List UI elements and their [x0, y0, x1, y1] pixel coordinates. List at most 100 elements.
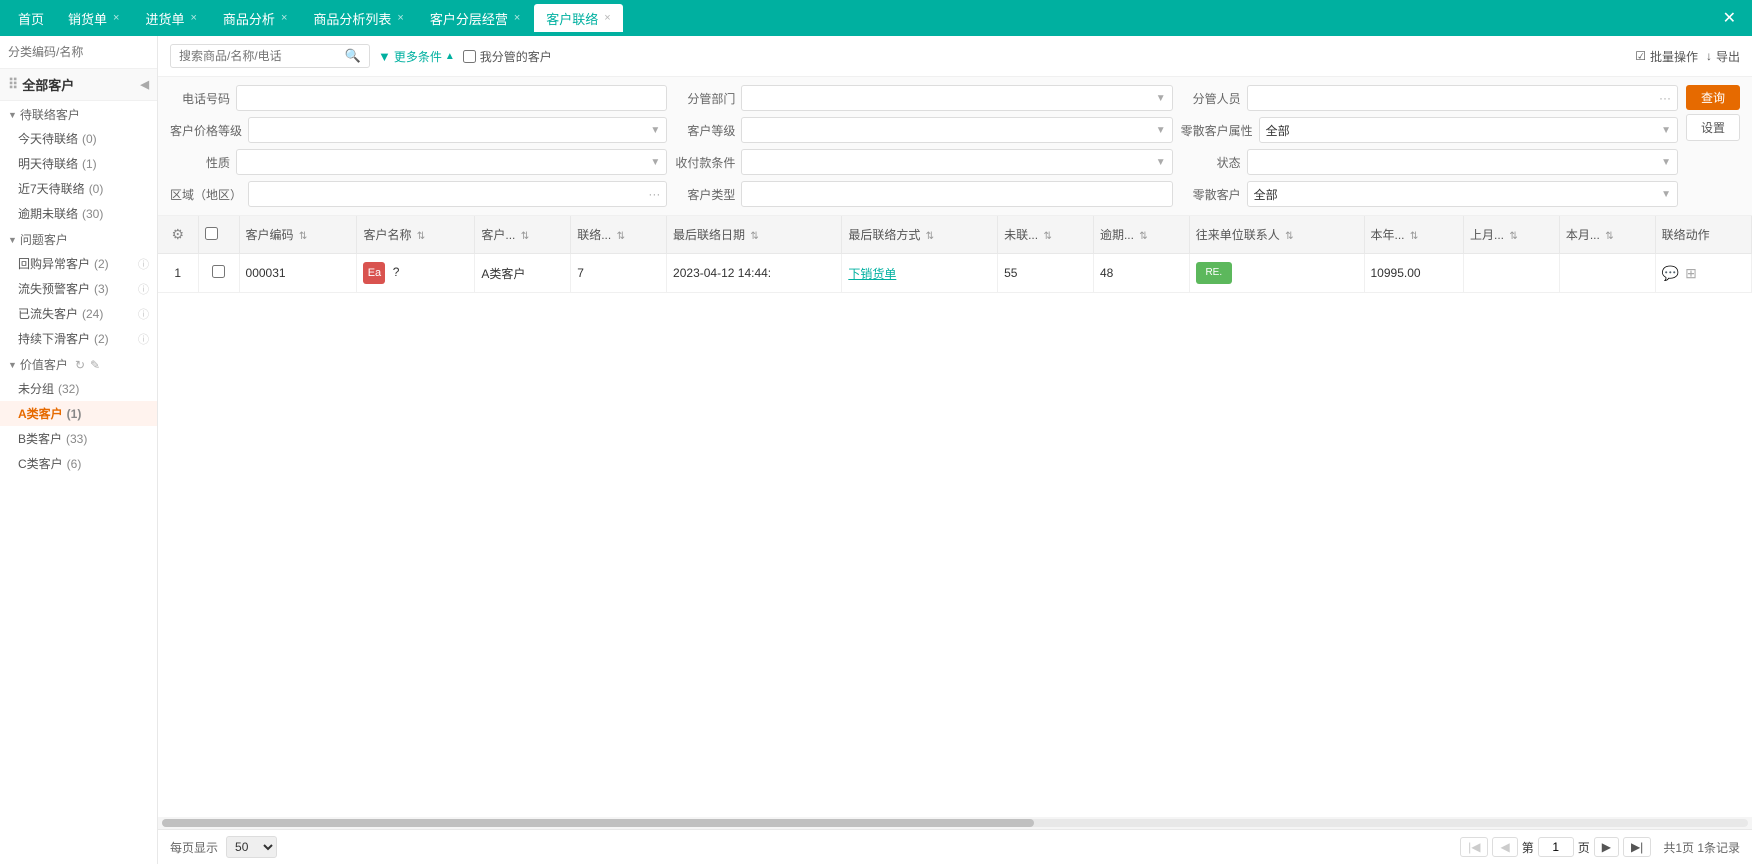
search-input-wrapper[interactable]: 🔍 [170, 44, 370, 68]
problem-arrow: ▼ [8, 235, 17, 245]
filter-retail-select[interactable]: 全部 ▼ [1247, 181, 1678, 207]
query-button[interactable]: 查询 [1686, 85, 1740, 110]
nav-tab-salesorder[interactable]: 销货单 × [56, 4, 131, 32]
gear-button[interactable]: ⚙ [169, 224, 186, 245]
all-customers-header[interactable]: ⠿ 全部客户 ◀ [0, 69, 157, 101]
filter-customer-level-select[interactable]: ▼ [741, 117, 1172, 143]
sort-unit-contact-icon[interactable]: ⇅ [1285, 231, 1293, 242]
th-gear: ⚙ [158, 216, 198, 254]
nav-home[interactable]: 首页 [8, 9, 54, 28]
horizontal-scrollbar[interactable] [158, 817, 1752, 829]
filter-payment-select[interactable]: ▼ [741, 149, 1172, 175]
first-page-btn[interactable]: |◀ [1460, 837, 1488, 857]
sidebar-item-unclassified[interactable]: 未分组 (32) [0, 376, 157, 401]
sidebar-item-abnormal[interactable]: 回购异常客户 (2) ⓘ [0, 251, 157, 276]
filter-customer-type-input[interactable] [741, 181, 1172, 207]
filter-region-dots[interactable]: ··· [648, 187, 660, 201]
nav-tab-customer-segment[interactable]: 客户分层经营 × [418, 4, 532, 32]
chat-icon[interactable]: 💬 [1662, 265, 1679, 282]
nav-tab-product-list-close[interactable]: × [397, 12, 403, 24]
filter-dept-chevron: ▼ [1156, 93, 1166, 104]
filter-person-select[interactable]: ··· [1247, 85, 1678, 111]
sidebar-item-class-b[interactable]: B类客户 (33) [0, 426, 157, 451]
nav-tab-customer-contact[interactable]: 客户联络 × [534, 4, 622, 32]
filter-status-select[interactable]: ▼ [1247, 149, 1678, 175]
more-conditions-btn[interactable]: ▼ 更多条件 ▲ [378, 48, 455, 65]
batch-op-icon: ☑ [1635, 49, 1646, 63]
sidebar-item-tomorrow-pending[interactable]: 明天待联络 (1) [0, 151, 157, 176]
select-all-checkbox[interactable] [205, 227, 218, 240]
sort-type-icon[interactable]: ⇅ [521, 231, 529, 242]
nav-tab-product-list[interactable]: 商品分析列表 × [301, 4, 415, 32]
value-arrow: ▼ [8, 360, 17, 370]
nav-tab-customer-segment-close[interactable]: × [514, 12, 520, 24]
last-method-link[interactable]: 下销货单 [848, 267, 896, 281]
page-size-select[interactable]: 50 100 200 [226, 836, 277, 858]
sidebar-item-churned[interactable]: 已流失客户 (24) ⓘ [0, 301, 157, 326]
filter-retail-attr-select[interactable]: 全部 ▼ [1259, 117, 1678, 143]
nav-tab-salesorder-close[interactable]: × [113, 12, 119, 24]
filter-region: 区域（地区） ··· [170, 181, 667, 207]
page-input[interactable] [1538, 837, 1574, 857]
info-icon-abnormal: ⓘ [138, 256, 149, 272]
sort-code-icon[interactable]: ⇅ [299, 231, 307, 242]
info-icon-churn-warning: ⓘ [138, 281, 149, 297]
filter-retail-value: 全部 [1254, 186, 1278, 203]
sidebar-item-declining[interactable]: 持续下滑客户 (2) ⓘ [0, 326, 157, 351]
sort-last-date-icon[interactable]: ⇅ [750, 231, 758, 242]
sidebar-item-class-c[interactable]: C类客户 (6) [0, 451, 157, 476]
filter-region-select[interactable]: ··· [248, 181, 667, 207]
filter-price-level: 客户价格等级 ▼ [170, 117, 667, 143]
value-group-text: 价值客户 [20, 356, 68, 373]
refresh-icon[interactable]: ↻ [75, 358, 85, 372]
filter-phone-input[interactable] [236, 85, 667, 111]
th-overdue: 逾期... ⇅ [1093, 216, 1189, 254]
sort-this-year-icon[interactable]: ⇅ [1410, 231, 1418, 242]
th-unit-contact: 往来单位联系人 ⇅ [1189, 216, 1364, 254]
settings-button[interactable]: 设置 [1686, 114, 1740, 141]
sort-last-method-icon[interactable]: ⇅ [926, 231, 934, 242]
sort-contact-icon[interactable]: ⇅ [617, 231, 625, 242]
sidebar-item-churn-warning[interactable]: 流失预警客户 (3) ⓘ [0, 276, 157, 301]
sidebar-item-7day-pending[interactable]: 近7天待联络 (0) [0, 176, 157, 201]
qrcode-icon[interactable]: ⊞ [1685, 265, 1697, 282]
nav-tab-customer-contact-close[interactable]: × [604, 12, 610, 24]
sort-last-month-icon[interactable]: ⇅ [1509, 231, 1517, 242]
export-btn[interactable]: ↓ 导出 [1706, 48, 1740, 65]
sidebar-item-overdue-pending[interactable]: 逾期未联络 (30) [0, 201, 157, 226]
problem-group-label[interactable]: ▼ 问题客户 [0, 226, 157, 251]
nav-tab-product-list-label: 商品分析列表 [313, 9, 391, 28]
filter-person-dots[interactable]: ··· [1659, 91, 1671, 105]
batch-op-btn[interactable]: ☑ 批量操作 [1635, 48, 1698, 65]
sidebar-search-input[interactable] [8, 45, 158, 59]
edit-icon[interactable]: ✎ [90, 358, 100, 372]
my-customers-checkbox[interactable] [463, 50, 476, 63]
nav-tab-product-analysis[interactable]: 商品分析 × [211, 4, 299, 32]
search-input[interactable] [179, 49, 341, 63]
td-last-month [1463, 254, 1559, 293]
filter-customer-type-label: 客户类型 [675, 186, 735, 203]
value-group-label[interactable]: ▼ 价值客户 ↻ ✎ [0, 351, 157, 376]
sort-name-icon[interactable]: ⇅ [417, 231, 425, 242]
nav-tab-purchase-close[interactable]: × [190, 12, 196, 24]
sort-no-contact-icon[interactable]: ⇅ [1043, 231, 1051, 242]
my-customers-filter[interactable]: 我分管的客户 [463, 48, 552, 65]
filter-price-level-select[interactable]: ▼ [248, 117, 667, 143]
next-page-btn[interactable]: ▶ [1594, 837, 1619, 857]
last-page-btn[interactable]: ▶| [1623, 837, 1651, 857]
scrollbar-thumb[interactable] [162, 819, 1034, 827]
sort-this-month-icon[interactable]: ⇅ [1605, 231, 1613, 242]
row-checkbox[interactable] [212, 265, 225, 278]
collapse-icon[interactable]: ◀ [141, 78, 149, 91]
sidebar-item-today-pending[interactable]: 今天待联络 (0) [0, 126, 157, 151]
nav-tab-purchase[interactable]: 进货单 × [133, 4, 208, 32]
sidebar-item-class-a[interactable]: A类客户 (1) [0, 401, 157, 426]
prev-page-btn[interactable]: ◀ [1492, 837, 1517, 857]
pending-group-label[interactable]: ▼ 待联络客户 [0, 101, 157, 126]
nav-tab-product-analysis-close[interactable]: × [281, 12, 287, 24]
filter-dept-select[interactable]: ▼ [741, 85, 1172, 111]
window-close-icon[interactable]: ✕ [1715, 8, 1744, 28]
sort-overdue-icon[interactable]: ⇅ [1139, 231, 1147, 242]
nav-tab-customer-contact-label: 客户联络 [546, 9, 598, 28]
filter-nature-select[interactable]: ▼ [236, 149, 667, 175]
